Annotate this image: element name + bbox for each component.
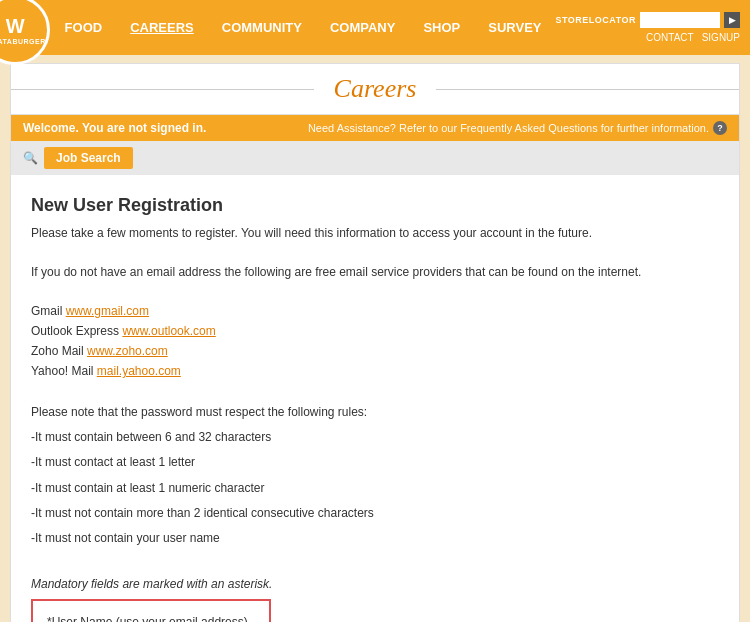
store-locator-row: STORELOCATOR ▶ [555,12,740,28]
nav-shop[interactable]: SHOP [409,20,474,35]
rule-5: -It must not contain your user name [31,529,719,548]
store-locator-input[interactable] [640,12,720,28]
mandatory-note: Mandatory fields are marked with an aste… [31,575,719,593]
outlook-link: Outlook Express www.outlook.com [31,322,719,340]
rule-1: -It must contain between 6 and 32 charac… [31,428,719,447]
main-content: New User Registration Please take a few … [11,175,739,622]
yahoo-url[interactable]: mail.yahoo.com [97,364,181,378]
email-intro: If you do not have an email address the … [31,263,719,281]
zoho-link: Zoho Mail www.zoho.com [31,342,719,360]
header-links: CONTACT SIGNUP [646,32,740,43]
yahoo-link: Yahoo! Mail mail.yahoo.com [31,362,719,380]
store-locator-button[interactable]: ▶ [724,12,740,28]
nav-survey[interactable]: SURVEY [474,20,555,35]
assistance-text: Need Assistance? Refer to our Frequently… [308,122,709,134]
rules-title: Please note that the password must respe… [31,403,719,422]
logo-w: W [0,15,46,38]
zoho-url[interactable]: www.zoho.com [87,344,168,358]
email-providers: Gmail www.gmail.com Outlook Express www.… [31,302,719,380]
nav-food[interactable]: FOOD [51,20,117,35]
job-search-button[interactable]: Job Search [44,147,133,169]
contact-link[interactable]: CONTACT [646,32,694,43]
password-rules: Please note that the password must respe… [31,403,719,548]
registration-intro: Please take a few moments to register. Y… [31,224,719,242]
careers-title-bar: Careers [11,64,739,115]
welcome-bar: Welcome. You are not signed in. Need Ass… [11,115,739,141]
job-search-bar: 🔍 Job Search [11,141,739,175]
store-locator-label: STORELOCATOR [555,15,636,25]
welcome-text: Welcome. You are not signed in. [23,121,206,135]
username-group: *User Name (use your email address) [47,615,255,622]
assistance-area: Need Assistance? Refer to our Frequently… [308,121,727,135]
rule-3: -It must contain at least 1 numeric char… [31,479,719,498]
main-nav: FOOD CAREERS COMMUNITY COMPANY SHOP SURV… [31,20,556,35]
gmail-url[interactable]: www.gmail.com [66,304,149,318]
rule-4: -It must not contain more than 2 identic… [31,504,719,523]
username-label: *User Name (use your email address) [47,615,255,622]
gmail-link: Gmail www.gmail.com [31,302,719,320]
search-icon: 🔍 [23,151,38,165]
form-section: *User Name (use your email address) *Pas… [31,599,719,622]
help-icon[interactable]: ? [713,121,727,135]
header-right: STORELOCATOR ▶ CONTACT SIGNUP [555,12,750,43]
nav-careers[interactable]: CAREERS [116,20,208,35]
outlook-url[interactable]: www.outlook.com [122,324,215,338]
registration-form: *User Name (use your email address) *Pas… [31,599,271,622]
rule-2: -It must contact at least 1 letter [31,453,719,472]
nav-company[interactable]: COMPANY [316,20,409,35]
signup-link[interactable]: SIGNUP [702,32,740,43]
nav-community[interactable]: COMMUNITY [208,20,316,35]
logo: W WHATABURGER [0,0,50,65]
registration-title: New User Registration [31,195,719,216]
main-wrapper: Careers Welcome. You are not signed in. … [10,63,740,622]
logo-brand: WHATABURGER [0,38,46,45]
header: W WHATABURGER FOOD CAREERS COMMUNITY COM… [0,0,750,55]
careers-title: Careers [314,74,437,104]
